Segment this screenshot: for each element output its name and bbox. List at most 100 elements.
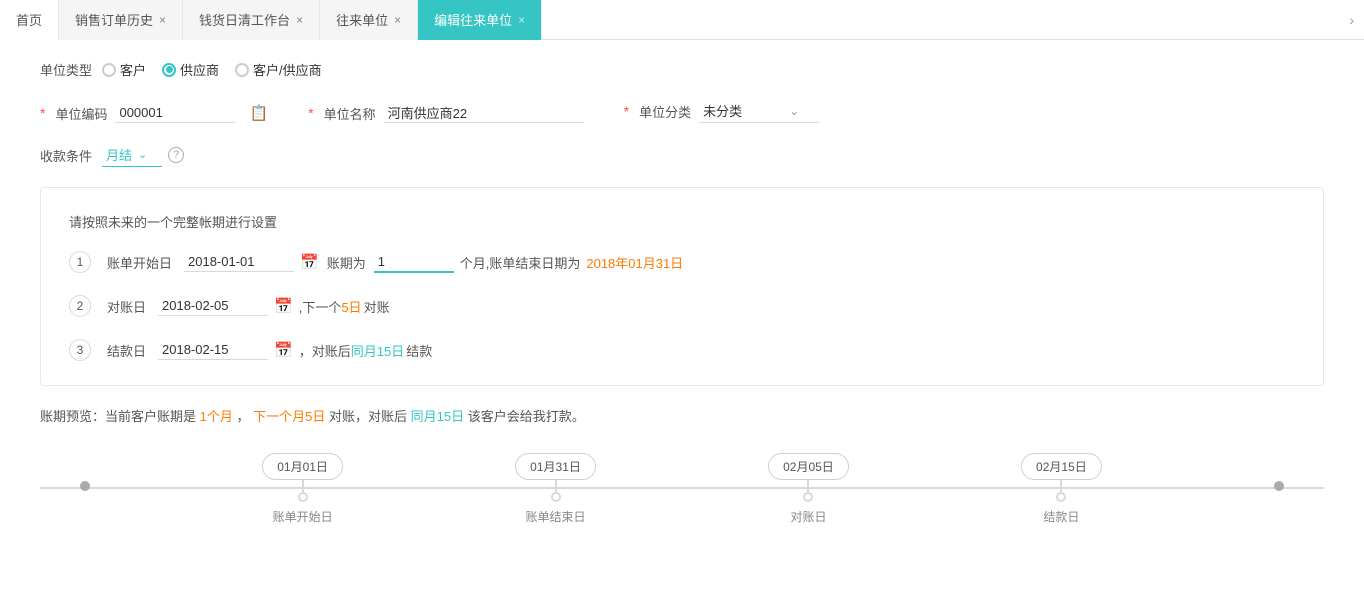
unit-category-label: 单位分类: [639, 102, 691, 121]
step-row-1: 1 账单开始日 📅 账期为 个月,账单结束日期为 2018年01月31日: [69, 251, 1295, 273]
step-date-input-3[interactable]: [158, 340, 268, 360]
collect-condition-label: 收款条件: [40, 146, 92, 165]
step2-desc-highlight: 5日: [341, 297, 361, 316]
step2-desc-prefix: ,下一个: [299, 297, 342, 316]
timeline-wrapper: 01月01日 账单开始日 01月31日 账单结束日 02月05日 对账日: [40, 453, 1324, 525]
unit-info-row: * 单位编码 📋 * 单位名称 * 单位分类 未分类 ⌄: [40, 99, 1324, 123]
step2-desc-suffix: 对账: [364, 297, 390, 316]
collect-condition-arrow: ⌄: [138, 148, 147, 161]
preview-part1: 1个月: [200, 409, 233, 424]
tab-home-label: 首页: [16, 10, 42, 29]
timeline-label-3: 对账日: [790, 508, 826, 525]
step-label-3: 结款日: [107, 341, 146, 360]
collect-condition-row: 收款条件 月结 ⌄ ?: [40, 143, 1324, 167]
step-date-input-1[interactable]: [184, 252, 294, 272]
radio-supplier-label: 供应商: [180, 60, 219, 79]
collect-condition-value: 月结: [106, 145, 132, 164]
timeline-node-2: 01月31日 账单结束日: [515, 453, 596, 525]
timeline-stem-4: [1060, 480, 1062, 492]
step-num-2: 2: [69, 295, 91, 317]
timeline-dot-4: [1056, 492, 1066, 502]
timeline-dot-2: [551, 492, 561, 502]
unit-category-star: *: [624, 103, 629, 119]
unit-category-select[interactable]: 未分类 ⌄: [699, 99, 819, 123]
radio-circle-both: [235, 63, 249, 77]
tab-edit-partner-units[interactable]: 编辑往来单位 ×: [418, 0, 542, 40]
unit-category-arrow: ⌄: [789, 104, 799, 118]
tab-cash-goods-workbench-close[interactable]: ×: [296, 13, 303, 27]
tab-edit-partner-units-close[interactable]: ×: [518, 13, 525, 27]
radio-both[interactable]: 客户/供应商: [235, 60, 322, 79]
period-end-date: 2018年01月31日: [586, 253, 683, 272]
unit-type-radio-group: 客户 供应商 客户/供应商: [102, 60, 322, 79]
timeline-badge-3: 02月05日: [768, 453, 849, 480]
timeline-stem-3: [807, 480, 809, 492]
timeline-node-3: 02月05日 对账日: [768, 453, 849, 525]
unit-type-label: 单位类型: [40, 60, 92, 79]
timeline-label-2: 账单结束日: [526, 508, 586, 525]
tabs-chevron[interactable]: ›: [1339, 12, 1364, 28]
timeline-stem-2: [555, 480, 557, 492]
unit-name-input[interactable]: [384, 103, 584, 123]
tab-home[interactable]: 首页: [0, 0, 59, 40]
step-row-3: 3 结款日 📅 ，对账后 同月15日 结款: [69, 339, 1295, 361]
radio-customer-label: 客户: [120, 60, 146, 79]
step-num-1: 1: [69, 251, 91, 273]
timeline-badge-1: 01月01日: [262, 453, 343, 480]
timeline-end-dot: [1274, 481, 1284, 491]
radio-supplier[interactable]: 供应商: [162, 60, 219, 79]
help-icon[interactable]: ?: [168, 147, 184, 163]
step-cal-icon-3[interactable]: 📅: [274, 341, 293, 359]
step3-desc-highlight: 同月15日: [351, 341, 404, 360]
step3-desc-suffix: 结款: [406, 341, 432, 360]
period-value-input[interactable]: [374, 252, 454, 273]
step-cal-icon-2[interactable]: 📅: [274, 297, 293, 315]
unit-code-star: *: [40, 105, 45, 121]
step-num-3: 3: [69, 339, 91, 361]
tab-sales-order-history[interactable]: 销售订单历史 ×: [59, 0, 183, 40]
preview-part3: 同月15日: [411, 409, 464, 424]
tabs-bar: 首页 销售订单历史 × 钱货日清工作台 × 往来单位 × 编辑往来单位 × ›: [0, 0, 1364, 40]
tab-sales-order-history-label: 销售订单历史: [75, 10, 153, 29]
timeline-badge-2: 01月31日: [515, 453, 596, 480]
timeline-dot-3: [803, 492, 813, 502]
tab-partner-units-label: 往来单位: [336, 10, 388, 29]
tab-cash-goods-workbench[interactable]: 钱货日清工作台 ×: [183, 0, 320, 40]
radio-customer[interactable]: 客户: [102, 60, 146, 79]
step-label-2: 对账日: [107, 297, 146, 316]
timeline-badge-4: 02月15日: [1021, 453, 1102, 480]
timeline-end-cap: [1274, 453, 1284, 491]
timeline-node-4: 02月15日 结款日: [1021, 453, 1102, 525]
tab-edit-partner-units-label: 编辑往来单位: [434, 10, 512, 29]
unit-category-value: 未分类: [703, 101, 783, 120]
tab-cash-goods-workbench-label: 钱货日清工作台: [199, 10, 290, 29]
collect-condition-select[interactable]: 月结 ⌄: [102, 143, 162, 167]
timeline-dot-1: [298, 492, 308, 502]
timeline-nodes: 01月01日 账单开始日 01月31日 账单结束日 02月05日 对账日: [80, 453, 1284, 525]
step-date-input-2[interactable]: [158, 296, 268, 316]
preview-prefix: 账期预览：当前客户账期是: [40, 409, 196, 424]
unit-code-input[interactable]: [115, 103, 235, 123]
unit-name-field: * 单位名称: [308, 103, 583, 123]
step-cal-icon-1[interactable]: 📅: [300, 253, 319, 271]
preview-part2-text: 对账，对账后: [329, 409, 407, 424]
preview-part2: 下一个月5日: [253, 409, 325, 424]
radio-circle-supplier: [162, 63, 176, 77]
period-label: 账期为: [327, 253, 366, 272]
main-content: 单位类型 客户 供应商 客户/供应商 * 单位编码 📋 * 单位名称: [0, 40, 1364, 608]
timeline-node-1: 01月01日 账单开始日: [262, 453, 343, 525]
tab-sales-order-history-close[interactable]: ×: [159, 13, 166, 27]
step-label-1: 账单开始日: [107, 253, 172, 272]
unit-code-copy-icon[interactable]: 📋: [249, 104, 268, 122]
tab-partner-units-close[interactable]: ×: [394, 13, 401, 27]
info-box-title: 请按照未来的一个完整帐期进行设置: [69, 212, 1295, 231]
unit-code-label: 单位编码: [55, 104, 107, 123]
preview-section: 账期预览：当前客户账期是 1个月 ， 下一个月5日 对账，对账后 同月15日 该…: [40, 406, 1324, 425]
step-row-2: 2 对账日 📅 ,下一个 5日 对账: [69, 295, 1295, 317]
timeline-start-cap: [80, 453, 90, 491]
timeline-start-dot: [80, 481, 90, 491]
timeline-label-1: 账单开始日: [273, 508, 333, 525]
step3-desc-prefix: ，对账后: [299, 341, 351, 360]
tab-partner-units[interactable]: 往来单位 ×: [320, 0, 418, 40]
preview-comma1: ，: [237, 409, 250, 424]
